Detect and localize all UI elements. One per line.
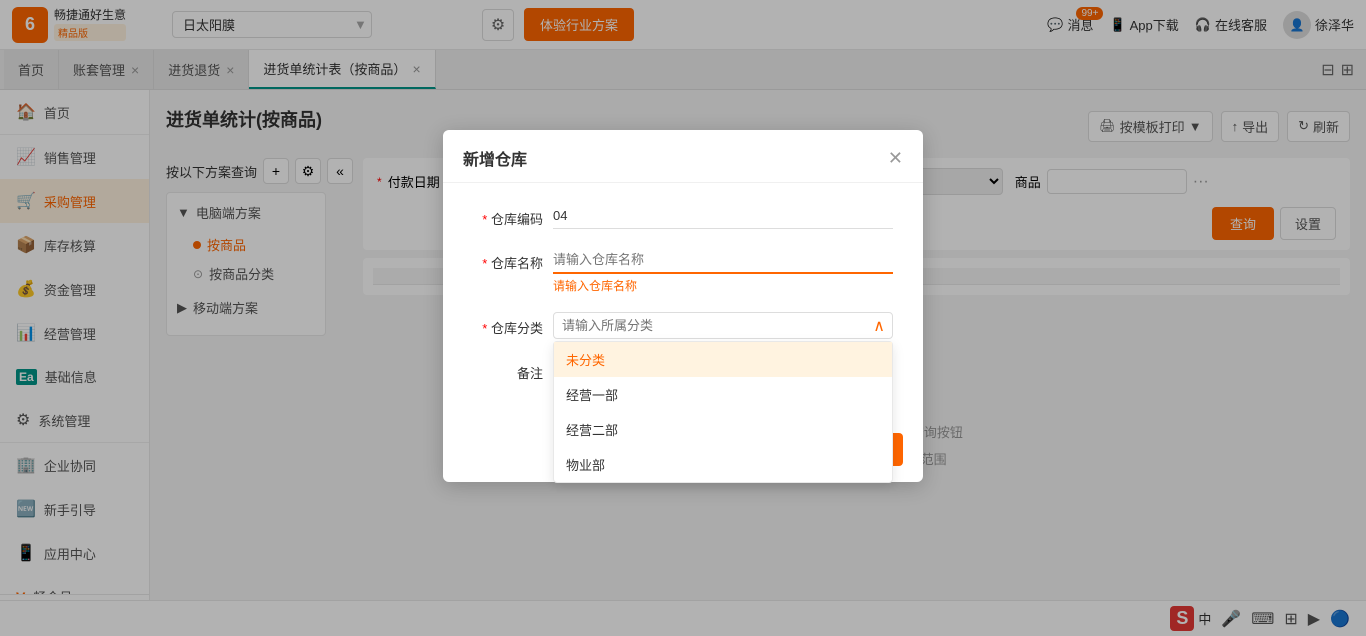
dropdown-item-1[interactable]: 经营一部: [554, 377, 892, 412]
remark-label-text: 备注: [517, 366, 543, 381]
dialog-title: 新增仓库: [463, 146, 527, 170]
name-control: 请输入仓库名称: [553, 247, 893, 294]
dialog-body: * 仓库编码 04 * 仓库名称 请输入仓库名称 * 仓库分类: [443, 183, 923, 421]
category-form-row: * 仓库分类 ∧ 未分类 经营一部 经营二部 物业部: [473, 312, 893, 339]
code-control: 04: [553, 203, 893, 229]
name-required-star: *: [482, 256, 487, 271]
category-dropdown: 未分类 经营一部 经营二部 物业部: [553, 341, 893, 483]
code-required-star: *: [482, 212, 487, 227]
category-label: * 仓库分类: [473, 312, 553, 337]
code-form-row: * 仓库编码 04: [473, 203, 893, 229]
code-label: * 仓库编码: [473, 203, 553, 228]
dialog-close-button[interactable]: ✕: [888, 148, 903, 169]
name-label-text: 仓库名称: [491, 256, 543, 271]
remark-label: 备注: [473, 357, 553, 382]
code-label-text: 仓库编码: [491, 212, 543, 227]
new-warehouse-dialog: 新增仓库 ✕ * 仓库编码 04 * 仓库名称 请输入仓库名称: [443, 130, 923, 482]
category-label-text: 仓库分类: [491, 321, 543, 336]
dropdown-item-2[interactable]: 经营二部: [554, 412, 892, 447]
dropdown-item-0[interactable]: 未分类: [554, 342, 892, 377]
name-form-row: * 仓库名称 请输入仓库名称: [473, 247, 893, 294]
name-input[interactable]: [553, 247, 893, 274]
category-input[interactable]: [553, 312, 893, 339]
category-control: ∧: [553, 312, 893, 339]
category-required-star: *: [482, 321, 487, 336]
code-input[interactable]: 04: [553, 203, 893, 229]
dialog-header: 新增仓库 ✕: [443, 130, 923, 183]
name-error-msg: 请输入仓库名称: [553, 277, 893, 294]
category-up-icon[interactable]: ∧: [873, 316, 885, 336]
name-label: * 仓库名称: [473, 247, 553, 272]
dropdown-item-3[interactable]: 物业部: [554, 447, 892, 482]
